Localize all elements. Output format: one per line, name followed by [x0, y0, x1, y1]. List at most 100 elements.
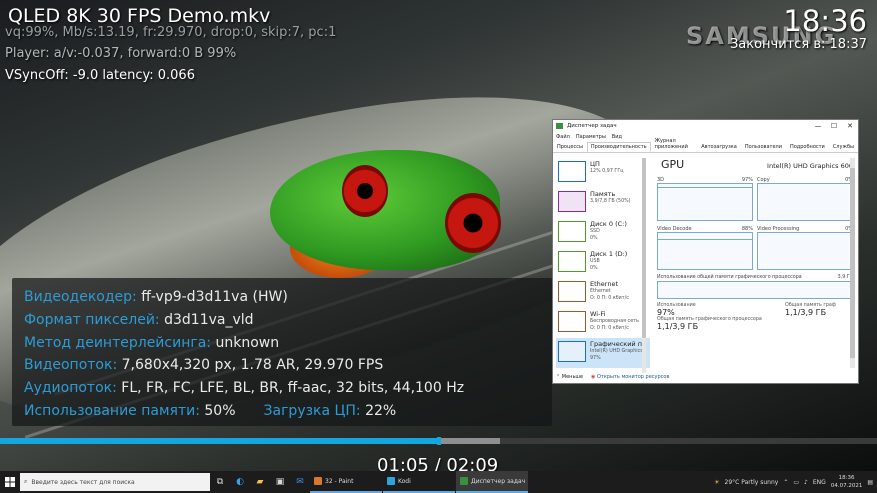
item-name: Диск 0 (C:) [590, 220, 627, 228]
item-sub2: О: 0 П: 0 кбит/с [590, 326, 629, 331]
gpu-heading: GPU [661, 158, 685, 171]
graph-video-decode: Video Decode 88% [657, 226, 753, 271]
tab-processes[interactable]: Процессы [553, 142, 587, 152]
less-label: Меньше [561, 374, 584, 380]
windows-icon [5, 477, 15, 487]
taskbar-time: 18:36 [838, 475, 855, 481]
task-view-icon[interactable]: ⧉ [210, 471, 230, 493]
resource-item-wifi[interactable]: Wi-Fi Беспроводная сеть О: 0 П: 0 кбит/с [556, 308, 650, 338]
item-sub: 3,9/7,8 ГБ (50%) [590, 199, 631, 204]
resource-item-ethernet[interactable]: Ethernet Ethernet О: 0 П: 0 кбит/с [556, 278, 650, 308]
decoder-value: ff-vp9-d3d11va (HW) [141, 289, 288, 305]
item-name: ЦП [590, 160, 600, 168]
taskbar-app-task-manager[interactable]: Диспетчер задач [456, 471, 528, 493]
edge-icon[interactable]: ◐ [230, 471, 250, 493]
minimize-button[interactable]: — [810, 122, 826, 130]
disk-thumb-graph [558, 251, 586, 272]
kodi-icon [387, 477, 395, 485]
shared2-value: 1,1/3,9 ГБ [785, 308, 827, 317]
usage-value: 97% [657, 308, 675, 317]
start-button[interactable] [0, 471, 20, 493]
task-manager-window[interactable]: Диспетчер задач — ☐ ✕ Файл Параметры Вид… [552, 119, 859, 384]
details-scrollbar[interactable] [850, 158, 855, 368]
seek-handle[interactable] [436, 437, 441, 445]
weather-icon[interactable]: ☀ [714, 479, 719, 486]
system-tray: ☀ 29°C Partly sunny ⌃ ▭ ♪ ENG 18:36 04.0… [714, 474, 877, 490]
item-sub2: 0% [590, 236, 598, 241]
search-placeholder: Введите здесь текст для поиска [31, 478, 135, 486]
scroll-thumb[interactable] [642, 158, 646, 338]
vsync-stats: VSyncOff: -9.0 latency: 0.066 [5, 68, 195, 83]
taskbar: ⌕ Введите здесь текст для поиска ⧉ ◐ ▰ ▣… [0, 471, 877, 493]
menu-bar: Файл Параметры Вид [553, 132, 858, 142]
deint-value: unknown [215, 334, 280, 351]
memory-thumb-graph [558, 191, 586, 212]
maximize-button[interactable]: ☐ [826, 122, 842, 130]
video-stream-row: Видеопоток: 7,680x4,320 px, 1.78 AR, 29.… [24, 354, 552, 377]
item-sub2: 0% [590, 266, 598, 271]
frog-eye [445, 193, 501, 253]
language-indicator[interactable]: ENG [813, 479, 826, 486]
store-icon[interactable]: ▣ [270, 471, 290, 493]
network-icon[interactable]: ▭ [793, 479, 799, 486]
decoder-row: Видеодекодер: ff-vp9-d3d11va (HW) [24, 286, 552, 309]
seek-bar[interactable] [0, 437, 877, 445]
tab-performance[interactable]: Производительность [586, 142, 651, 152]
resource-item-cpu[interactable]: ЦП 12% 0,97 ГГц [556, 158, 650, 188]
file-explorer-icon[interactable]: ▰ [250, 471, 270, 493]
list-scrollbar[interactable] [642, 158, 646, 373]
tab-services[interactable]: Службы [829, 142, 858, 152]
taskbar-search[interactable]: ⌕ Введите здесь текст для поиска [20, 473, 210, 491]
graph-area [657, 232, 753, 270]
item-sub2: О: 0 П: 0 кбит/с [590, 296, 629, 301]
app-label: 32 - Paint [325, 477, 354, 485]
app-label: Kodi [398, 477, 411, 485]
tab-users[interactable]: Пользователи [741, 142, 786, 152]
scroll-thumb[interactable] [850, 168, 855, 358]
memory-label: Использование памяти: [24, 402, 200, 419]
progress-fill [0, 438, 439, 444]
menu-file[interactable]: Файл [556, 134, 570, 140]
taskbar-date: 04.07.2021 [830, 483, 863, 489]
taskbar-app-paint[interactable]: 32 - Paint [310, 471, 382, 493]
graph-area [757, 183, 853, 221]
menu-options[interactable]: Параметры [576, 134, 606, 140]
resource-monitor-link[interactable]: ◉ Открыть монитор ресурсов [591, 374, 669, 380]
less-button[interactable]: ⌃ Меньше [556, 374, 583, 380]
menu-view[interactable]: Вид [612, 134, 622, 140]
network-thumb-graph [558, 311, 586, 332]
footer: ⌃ Меньше ◉ Открыть монитор ресурсов [556, 374, 669, 380]
taskbar-app-kodi[interactable]: Kodi [383, 471, 455, 493]
resource-item-memory[interactable]: Память 3,9/7,8 ГБ (50%) [556, 188, 650, 218]
volume-icon[interactable]: ♪ [804, 479, 808, 486]
audio-stream-row: Аудиопоток: FL, FR, FC, LFE, BL, BR, ff-… [24, 377, 552, 400]
item-name: Диск 1 (D:) [590, 250, 628, 258]
tab-startup[interactable]: Автозагрузка [697, 142, 741, 152]
mail-icon[interactable]: ✉ [290, 471, 310, 493]
tab-details[interactable]: Подробности [786, 142, 829, 152]
graph-copy: Copy0% [757, 177, 853, 222]
weather-text[interactable]: 29°C Partly sunny [725, 479, 779, 486]
player-stats: Player: a/v:-0.037, forward:0 B 99% [5, 46, 237, 61]
tray-chevron-icon[interactable]: ⌃ [783, 479, 788, 486]
cpu-value: 22% [365, 402, 397, 419]
cpu-thumb-graph [558, 161, 586, 182]
window-titlebar[interactable]: Диспетчер задач — ☐ ✕ [553, 120, 858, 132]
tab-app-history[interactable]: Журнал приложений [651, 136, 698, 152]
resource-item-disk1[interactable]: Диск 1 (D:) USB 0% [556, 248, 650, 278]
shared-mem-graph [657, 281, 853, 299]
taskbar-clock[interactable]: 18:36 04.07.2021 [831, 474, 863, 490]
graph-3d: 3D 97% [657, 177, 753, 222]
notifications-icon[interactable]: ▤ [867, 479, 873, 486]
item-name: Память [590, 190, 616, 198]
resource-item-gpu[interactable]: Графический п Intel(R) UHD Graphics 97% [556, 338, 650, 368]
task-manager-icon [556, 123, 563, 129]
item-sub: Беспроводная сеть [590, 319, 639, 324]
deint-label: Метод деинтерлейсинга: [24, 334, 212, 351]
graph-video-processing: Video Processing0% [757, 226, 853, 271]
shared-mem-label: Использование общей памяти графического … [657, 275, 802, 280]
item-sub: 12% 0,97 ГГц [590, 169, 624, 174]
resource-item-disk0[interactable]: Диск 0 (C:) SSD 0% [556, 218, 650, 248]
close-button[interactable]: ✕ [842, 122, 858, 130]
item-name: Графический п [590, 340, 642, 348]
